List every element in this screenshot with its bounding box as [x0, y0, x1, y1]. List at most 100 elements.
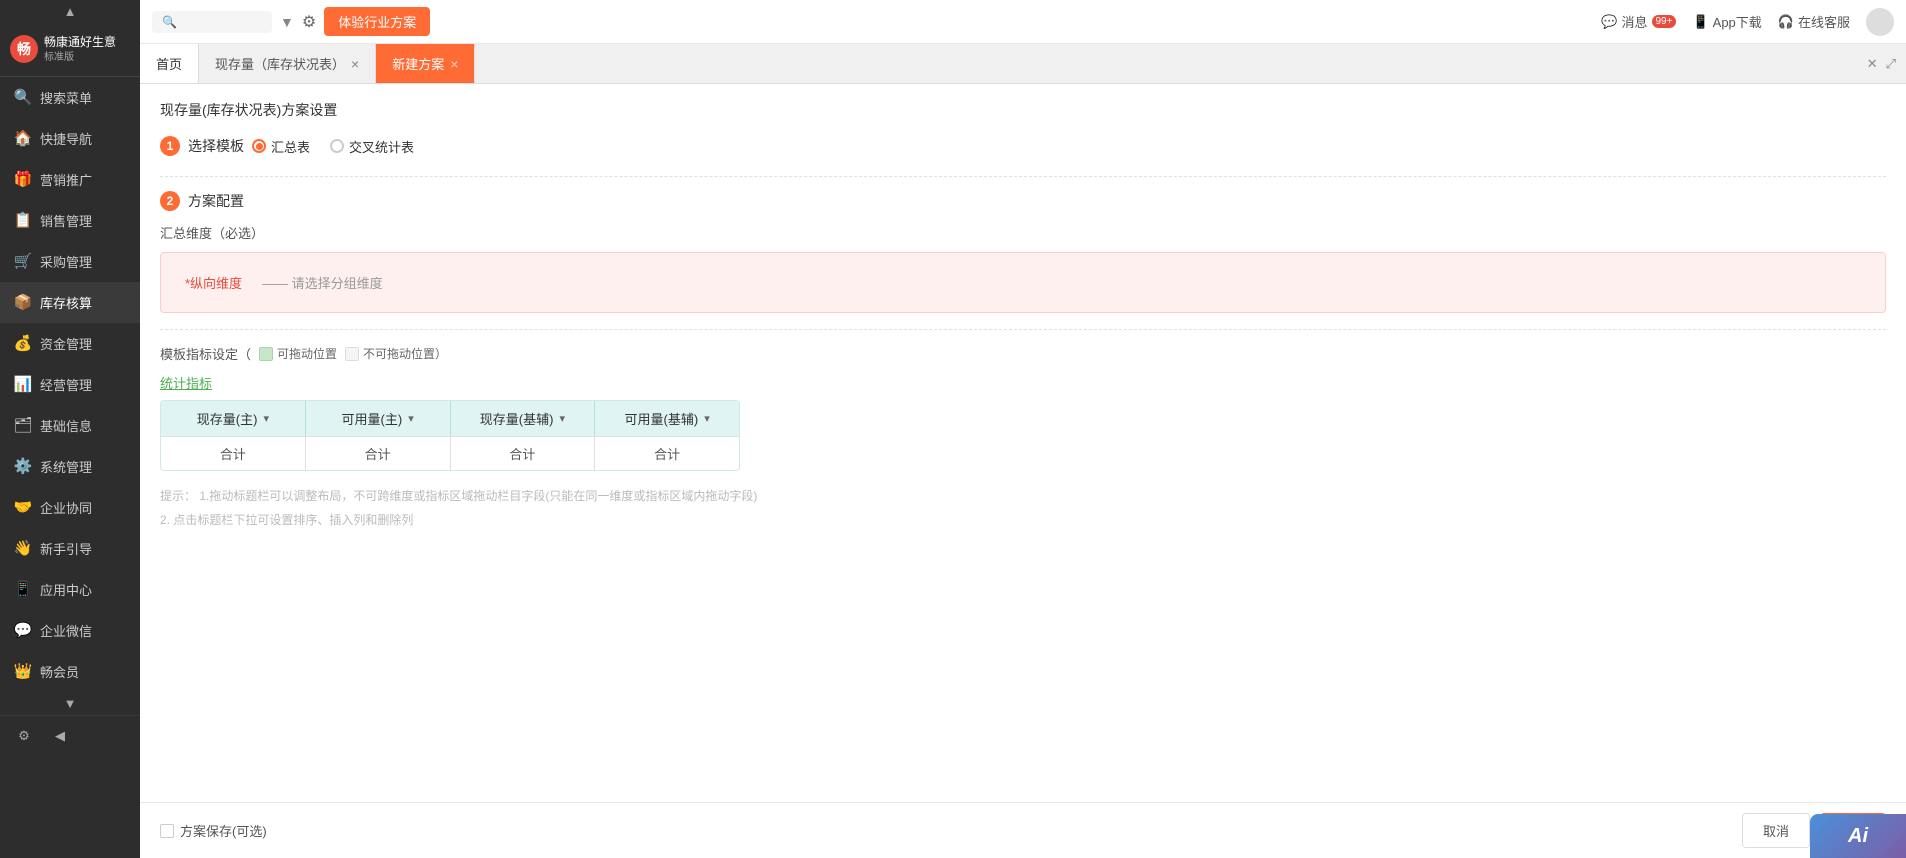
- step2-title: 方案配置: [188, 191, 244, 211]
- tip-2: 2. 点击标题栏下拉可设置排序、插入列和删除列: [160, 508, 1886, 532]
- clipboard-icon: 📋: [14, 211, 32, 229]
- stats-table: 现存量(主) ▾ 可用量(主) ▾ 现存量(基辅) ▾: [160, 400, 740, 471]
- sidebar-item-basicinfo[interactable]: 🗂 基础信息: [0, 405, 140, 446]
- step-divider-2: [160, 329, 1886, 330]
- search-icon: 🔍: [162, 15, 177, 29]
- stats-col3-header[interactable]: 现存量(基辅) ▾: [451, 401, 596, 436]
- sidebar-scroll-down[interactable]: ▼: [0, 692, 140, 715]
- dimension-placeholder: —— 请选择分组维度: [262, 273, 383, 292]
- sidebar-item-marketing[interactable]: 🎁 营销推广: [0, 159, 140, 200]
- dimension-required-asterisk: *纵向维度: [185, 273, 242, 292]
- sidebar-item-operation[interactable]: 📊 经营管理: [0, 364, 140, 405]
- save-option[interactable]: 方案保存(可选): [160, 821, 267, 840]
- col2-chevron[interactable]: ▾: [408, 412, 414, 425]
- message-button[interactable]: 💬 消息 99+: [1601, 12, 1676, 31]
- stats-section: 统计指标 现存量(主) ▾ 可用量(主) ▾: [160, 373, 1886, 474]
- stats-col4-data: 合计: [595, 436, 739, 470]
- metrics-settings-label: 模板指标设定（ 可拖动位置 不可拖动位置）: [160, 344, 1886, 363]
- stats-col1-data: 合计: [161, 436, 306, 470]
- collapse-icon[interactable]: ◀: [50, 726, 70, 746]
- dimension-label: 汇总维度（必选）: [160, 223, 1886, 242]
- col3-chevron[interactable]: ▾: [559, 412, 565, 425]
- sidebar-bottom: ⚙ ◀: [0, 715, 140, 756]
- box-icon: 📦: [14, 293, 32, 311]
- guide-icon: 👋: [14, 539, 32, 557]
- main-area: 🔍 ▼ ⚙ 体验行业方案 💬 消息 99+ 📱 App下载 🎧 在线客服: [140, 0, 1906, 858]
- tab-new-plan[interactable]: 新建方案 ×: [376, 44, 475, 83]
- topbar-search-bar[interactable]: 🔍: [152, 11, 272, 33]
- page-content: 现存量(库存状况表)方案设置 1 选择模板 汇总表 交叉统计表: [140, 84, 1906, 802]
- settings-icon: ⚙️: [14, 457, 32, 475]
- radio-summary-circle: [252, 139, 266, 153]
- logo-icon: 畅: [10, 35, 38, 63]
- cancel-button[interactable]: 取消: [1742, 813, 1810, 848]
- sidebar-item-finance[interactable]: 💰 资金管理: [0, 323, 140, 364]
- chart-icon: 📊: [14, 375, 32, 393]
- industry-plan-button[interactable]: 体验行业方案: [324, 7, 430, 36]
- info-icon: 🗂: [14, 416, 32, 434]
- legend-non-draggable: 不可拖动位置）: [345, 345, 447, 362]
- home-icon: 🏠: [14, 129, 32, 147]
- col4-chevron[interactable]: ▾: [704, 412, 710, 425]
- sidebar-item-sales[interactable]: 📋 销售管理: [0, 200, 140, 241]
- tab-inventory-status[interactable]: 现存量（库存状况表） ×: [199, 44, 376, 83]
- sidebar-logo: 畅 畅康通好生意 标准版: [0, 23, 140, 77]
- tab-close-new-plan[interactable]: ×: [450, 56, 458, 72]
- col1-chevron[interactable]: ▾: [263, 412, 269, 425]
- radio-summary[interactable]: 汇总表: [252, 137, 310, 156]
- handshake-icon: 🤝: [14, 498, 32, 516]
- save-checkbox[interactable]: [160, 824, 174, 838]
- sidebar-item-inventory[interactable]: 📦 库存核算: [0, 282, 140, 323]
- app-download-button[interactable]: 📱 App下载: [1692, 12, 1761, 31]
- sidebar-item-newguide[interactable]: 👋 新手引导: [0, 528, 140, 569]
- sidebar-item-system[interactable]: ⚙️ 系统管理: [0, 446, 140, 487]
- message-badge: 99+: [1652, 15, 1677, 28]
- stats-data-row: 合计 合计 合计 合计: [161, 436, 739, 470]
- sidebar-item-search[interactable]: 🔍 搜索菜单: [0, 77, 140, 118]
- content-area: 现存量(库存状况表)方案设置 1 选择模板 汇总表 交叉统计表: [140, 84, 1906, 802]
- draggable-legend-box: [259, 347, 273, 361]
- topbar-right: 💬 消息 99+ 📱 App下载 🎧 在线客服: [1601, 8, 1894, 36]
- topbar-dropdown-icon[interactable]: ▼: [280, 14, 294, 30]
- app-icon: 📱: [14, 580, 32, 598]
- expand-icon[interactable]: ⤢: [1886, 56, 1896, 72]
- close-window-icon[interactable]: ✕: [1867, 56, 1878, 72]
- headset-icon: 🎧: [1778, 14, 1794, 30]
- sidebar-item-contract[interactable]: 🤝 企业协同: [0, 487, 140, 528]
- stats-col3-data: 合计: [451, 436, 596, 470]
- stats-header-row: 现存量(主) ▾ 可用量(主) ▾ 现存量(基辅) ▾: [161, 401, 739, 436]
- stats-col1-header[interactable]: 现存量(主) ▾: [161, 401, 306, 436]
- non-draggable-legend-box: [345, 347, 359, 361]
- money-icon: 💰: [14, 334, 32, 352]
- sidebar-item-appcenter[interactable]: 📱 应用中心: [0, 569, 140, 610]
- topbar: 🔍 ▼ ⚙ 体验行业方案 💬 消息 99+ 📱 App下载 🎧 在线客服: [140, 0, 1906, 44]
- step-divider-1: [160, 176, 1886, 177]
- step1-num: 1: [160, 136, 180, 156]
- logo-text: 畅康通好生意 标准版: [44, 35, 116, 64]
- stats-col4-header[interactable]: 可用量(基辅) ▾: [595, 401, 739, 436]
- step1-header: 1 选择模板 汇总表 交叉统计表: [160, 136, 1886, 156]
- radio-cross[interactable]: 交叉统计表: [330, 137, 414, 156]
- online-service-button[interactable]: 🎧 在线客服: [1778, 12, 1850, 31]
- user-avatar[interactable]: [1866, 8, 1894, 36]
- sidebar-item-quicknav[interactable]: 🏠 快捷导航: [0, 118, 140, 159]
- sidebar-item-weixin[interactable]: 💬 企业微信: [0, 610, 140, 651]
- stats-col2-header[interactable]: 可用量(主) ▾: [306, 401, 451, 436]
- step1-section: 1 选择模板 汇总表 交叉统计表: [160, 136, 1886, 156]
- stats-col2-data: 合计: [306, 436, 451, 470]
- sidebar-item-purchase[interactable]: 🛒 采购管理: [0, 241, 140, 282]
- step2-header: 2 方案配置: [160, 191, 1886, 211]
- sidebar-scroll-up[interactable]: ▲: [0, 0, 140, 23]
- settings-bottom-icon[interactable]: ⚙: [14, 726, 34, 746]
- tab-home[interactable]: 首页: [140, 44, 199, 83]
- topbar-left: 🔍 ▼ ⚙ 体验行业方案: [152, 7, 1591, 36]
- topbar-settings-icon[interactable]: ⚙: [302, 12, 316, 32]
- tab-close-inventory[interactable]: ×: [351, 56, 359, 72]
- ai-badge[interactable]: Ai: [1810, 814, 1906, 858]
- phone-icon: 📱: [1692, 14, 1708, 30]
- legend-draggable: 可拖动位置: [259, 345, 337, 362]
- dimension-box[interactable]: *纵向维度 —— 请选择分组维度: [160, 252, 1886, 313]
- tabbar-expand: ✕ ⤢: [1857, 56, 1906, 72]
- cart-icon: 🛒: [14, 252, 32, 270]
- sidebar-item-member[interactable]: 👑 畅会员: [0, 651, 140, 692]
